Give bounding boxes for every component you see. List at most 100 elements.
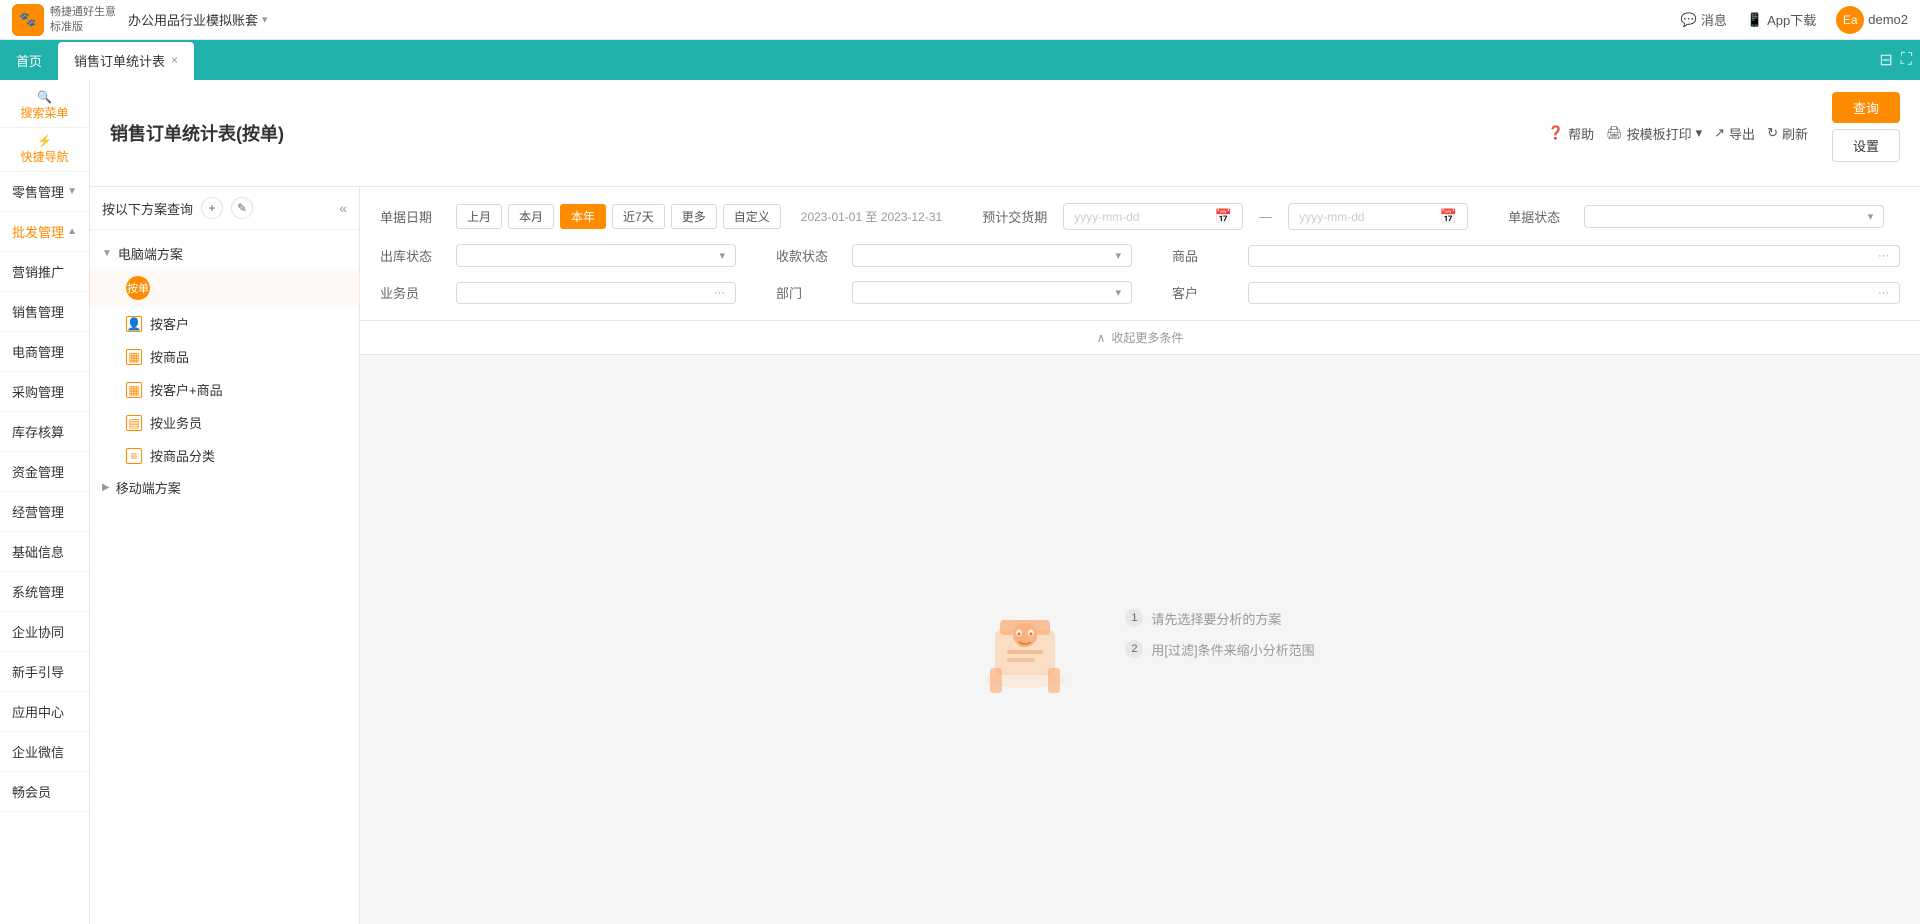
filter-row-1: 单据日期 上月 本月 本年 近7天 更多 自定义 2023-01-01 至 20… bbox=[380, 203, 1900, 230]
dots-icon-2: ··· bbox=[714, 287, 725, 299]
dropdown-icon-2: ▾ bbox=[719, 249, 725, 262]
sidebar-item-marketing[interactable]: 营销推广 bbox=[0, 252, 89, 292]
dept-select[interactable]: ▾ bbox=[852, 281, 1132, 304]
workspace-selector[interactable]: 办公用品行业模拟账套 ▾ bbox=[116, 10, 280, 29]
sidebar-item-wholesale[interactable]: 批发管理 ▲ bbox=[0, 212, 89, 252]
page-header: 销售订单统计表(按单) ❓ 帮助 🖨 按模板打印 ▾ ↗ 导出 ↻ 刷新 bbox=[90, 80, 1920, 187]
chevron-up-icon: ▲ bbox=[67, 226, 77, 237]
left-panel-header: 按以下方案查询 + ✎ « bbox=[90, 187, 359, 230]
bar-chart-icon: ▤ bbox=[126, 415, 142, 431]
dropdown-icon-3: ▾ bbox=[1115, 249, 1121, 262]
sidebar-item-inventory[interactable]: 库存核算 bbox=[0, 412, 89, 452]
chevron-down-icon: ▾ bbox=[262, 13, 268, 26]
inner-layout: 按以下方案查询 + ✎ « ▼ 电脑端方案 bbox=[90, 187, 1920, 924]
calendar-icon: 📅 bbox=[1215, 208, 1232, 225]
date-btn-thisyear[interactable]: 本年 bbox=[560, 204, 606, 229]
sidebar: 🔍 搜索菜单 ⚡ 快捷导航 零售管理 ▼ 批发管理 ▲ 营销推广 销售管理 电商… bbox=[0, 80, 90, 924]
product-label: 商品 bbox=[1172, 246, 1232, 265]
avatar: Ea bbox=[1836, 6, 1864, 34]
product-select[interactable]: ··· bbox=[1248, 245, 1900, 267]
empty-state: 1 请先选择要分析的方案 2 用[过滤]条件来缩小分析范围 bbox=[360, 355, 1920, 924]
customer-select[interactable]: ··· bbox=[1248, 282, 1900, 304]
expected-date-start[interactable]: yyyy-mm-dd 📅 bbox=[1063, 203, 1243, 230]
user-menu[interactable]: Ea demo2 bbox=[1836, 6, 1908, 34]
sidebar-item-guide[interactable]: 新手引导 bbox=[0, 652, 89, 692]
sidebar-item-retail[interactable]: 零售管理 ▼ bbox=[0, 172, 89, 212]
message-icon: 💬 bbox=[1681, 12, 1697, 28]
scheme-by-category[interactable]: ≡ 按商品分类 bbox=[90, 439, 359, 472]
collapse-bar[interactable]: ∧ 收起更多条件 bbox=[360, 321, 1920, 355]
grid-icon: ▦ bbox=[126, 349, 142, 365]
logo-icon: 🐾 bbox=[12, 4, 44, 36]
sidebar-item-appcenter[interactable]: 应用中心 bbox=[0, 692, 89, 732]
date-btn-7days[interactable]: 近7天 bbox=[612, 204, 665, 229]
message-btn[interactable]: 💬 消息 bbox=[1681, 10, 1727, 29]
collapse-panel-btn[interactable]: « bbox=[339, 200, 347, 216]
salesman-select[interactable]: ··· bbox=[456, 282, 736, 304]
delivery-label: 出库状态 bbox=[380, 246, 440, 265]
phone-icon: 📱 bbox=[1747, 12, 1763, 28]
sidebar-item-search[interactable]: 🔍 搜索菜单 bbox=[0, 80, 89, 128]
refresh-btn[interactable]: ↻ 刷新 bbox=[1767, 124, 1808, 143]
app-download-btn[interactable]: 📱 App下载 bbox=[1747, 10, 1816, 29]
receipt-label: 收款状态 bbox=[776, 246, 836, 265]
receipt-select[interactable]: ▾ bbox=[852, 244, 1132, 267]
date-btn-custom[interactable]: 自定义 bbox=[723, 204, 781, 229]
status-select[interactable]: ▾ bbox=[1584, 205, 1884, 228]
top-bar: 🐾 畅捷通好生意 标准版 办公用品行业模拟账套 ▾ 💬 消息 📱 App下载 E… bbox=[0, 0, 1920, 40]
expected-date-label: 预计交货期 bbox=[982, 207, 1047, 226]
export-btn[interactable]: ↗ 导出 bbox=[1714, 124, 1755, 143]
sidebar-item-finance[interactable]: 资金管理 bbox=[0, 452, 89, 492]
active-scheme-icon: 按单 bbox=[126, 276, 150, 300]
delivery-select[interactable]: ▾ bbox=[456, 244, 736, 267]
scheme-by-customer[interactable]: 👤 按客户 bbox=[90, 307, 359, 340]
date-btn-more[interactable]: 更多 bbox=[671, 204, 717, 229]
sidebar-item-operations[interactable]: 经营管理 bbox=[0, 492, 89, 532]
sidebar-item-ecommerce[interactable]: 电商管理 bbox=[0, 332, 89, 372]
date-buttons: 上月 本月 本年 近7天 更多 自定义 bbox=[456, 204, 781, 229]
expand-icon[interactable]: ⛶ bbox=[1901, 51, 1912, 69]
scheme-by-order[interactable]: 按单 bbox=[90, 269, 359, 307]
tab-close-icon[interactable]: × bbox=[171, 53, 178, 67]
edit-scheme-btn[interactable]: ✎ bbox=[231, 197, 253, 219]
minimize-icon[interactable]: ⊟ bbox=[1879, 50, 1892, 70]
sidebar-item-quicknav[interactable]: ⚡ 快捷导航 bbox=[0, 128, 89, 172]
chevron-down-icon: ▼ bbox=[67, 186, 77, 197]
filter-area: 单据日期 上月 本月 本年 近7天 更多 自定义 2023-01-01 至 20… bbox=[360, 187, 1920, 321]
expected-date-end[interactable]: yyyy-mm-dd 📅 bbox=[1288, 203, 1468, 230]
date-btn-lastmonth[interactable]: 上月 bbox=[456, 204, 502, 229]
add-scheme-btn[interactable]: + bbox=[201, 197, 223, 219]
help-btn[interactable]: ❓ 帮助 bbox=[1548, 124, 1594, 143]
date-range-display: 2023-01-01 至 2023-12-31 bbox=[801, 208, 942, 225]
sidebar-item-system[interactable]: 系统管理 bbox=[0, 572, 89, 612]
sidebar-item-member[interactable]: 畅会员 bbox=[0, 772, 89, 812]
date-btn-thismonth[interactable]: 本月 bbox=[508, 204, 554, 229]
query-button[interactable]: 查询 bbox=[1832, 92, 1900, 123]
refresh-icon: ↻ bbox=[1767, 125, 1778, 141]
page-title: 销售订单统计表(按单) bbox=[110, 120, 284, 158]
collapse-up-icon: ∧ bbox=[1097, 331, 1106, 345]
sidebar-item-basics[interactable]: 基础信息 bbox=[0, 532, 89, 572]
tree-group-desktop[interactable]: ▼ 电脑端方案 bbox=[90, 238, 359, 269]
tab-home[interactable]: 首页 bbox=[0, 40, 58, 80]
tip-num-1: 1 bbox=[1125, 609, 1143, 627]
scheme-by-product[interactable]: ▦ 按商品 bbox=[90, 340, 359, 373]
sidebar-item-enterprise[interactable]: 企业协同 bbox=[0, 612, 89, 652]
scheme-by-salesman[interactable]: ▤ 按业务员 bbox=[90, 406, 359, 439]
sidebar-item-purchase[interactable]: 采购管理 bbox=[0, 372, 89, 412]
tree-group-mobile[interactable]: ▶ 移动端方案 bbox=[90, 472, 359, 503]
grid2-icon: ▦ bbox=[126, 382, 142, 398]
sidebar-item-wechat[interactable]: 企业微信 bbox=[0, 732, 89, 772]
query-btn-area: 查询 设置 bbox=[1820, 92, 1900, 174]
tab-sales-order[interactable]: 销售订单统计表 × bbox=[58, 42, 194, 82]
tab-controls: ⊟ ⛶ bbox=[1879, 50, 1920, 70]
print-btn[interactable]: 🖨 按模板打印 ▾ bbox=[1606, 124, 1702, 143]
scheme-by-customer-product[interactable]: ▦ 按客户+商品 bbox=[90, 373, 359, 406]
print-dropdown-icon: ▾ bbox=[1696, 125, 1703, 141]
main-layout: 🔍 搜索菜单 ⚡ 快捷导航 零售管理 ▼ 批发管理 ▲ 营销推广 销售管理 电商… bbox=[0, 80, 1920, 924]
empty-illustration bbox=[965, 580, 1085, 700]
content-area: 销售订单统计表(按单) ❓ 帮助 🖨 按模板打印 ▾ ↗ 导出 ↻ 刷新 bbox=[90, 80, 1920, 924]
sidebar-item-sales[interactable]: 销售管理 bbox=[0, 292, 89, 332]
settings-button[interactable]: 设置 bbox=[1832, 129, 1900, 162]
collapse-icon: « bbox=[339, 200, 347, 216]
